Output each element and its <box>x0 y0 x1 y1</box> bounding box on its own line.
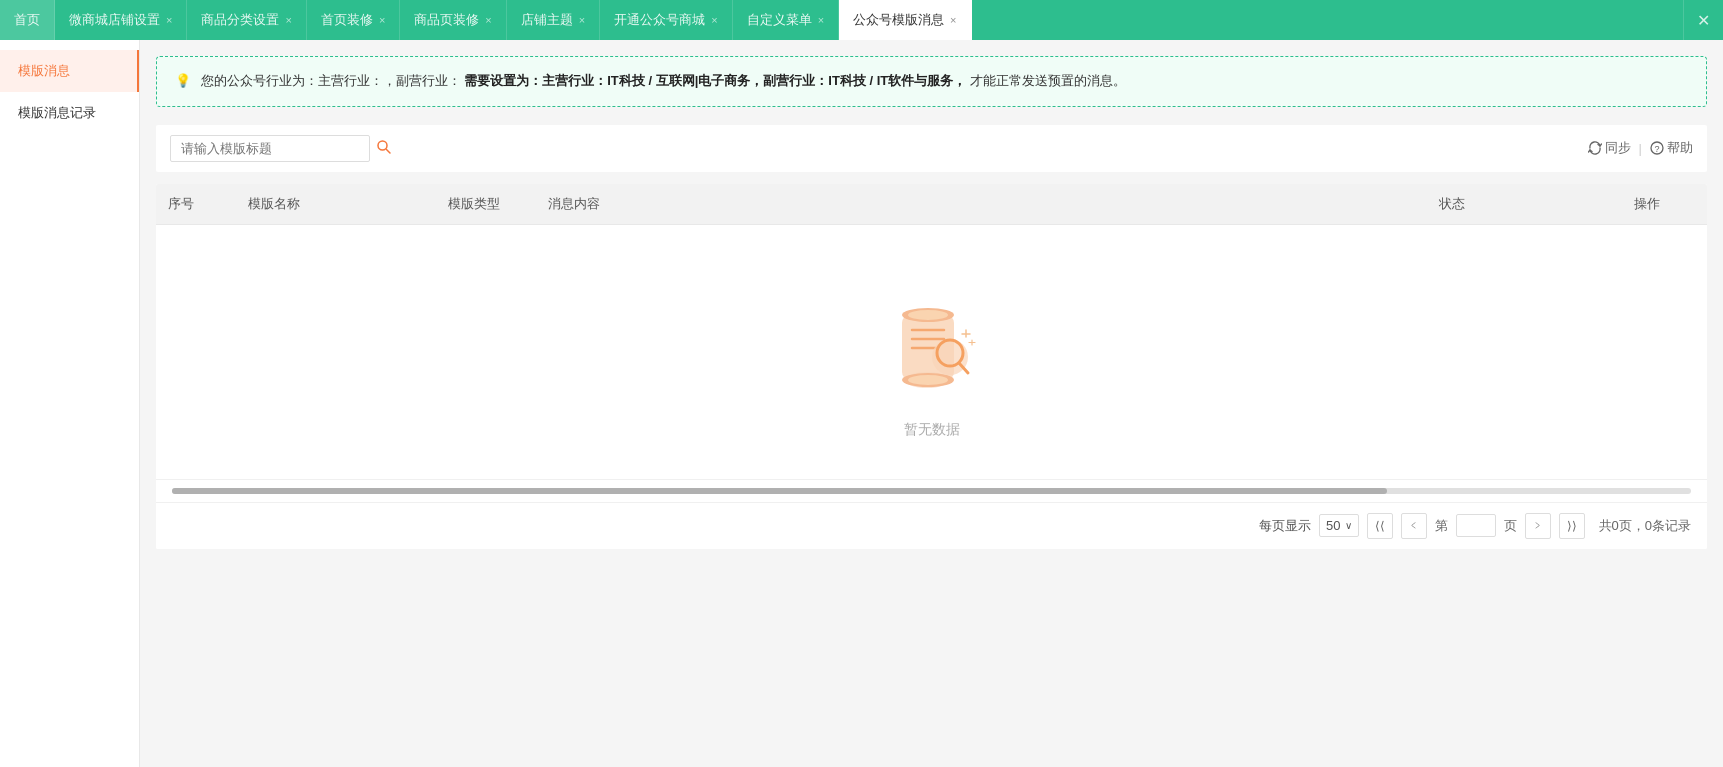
th-name: 模版名称 <box>236 184 436 224</box>
nav-tab-template-msg-label: 公众号模版消息 <box>853 11 944 29</box>
page-total: 共0页，0条记录 <box>1599 517 1691 535</box>
th-action: 操作 <box>1587 184 1707 224</box>
nav-tab-template-msg[interactable]: 公众号模版消息 × <box>839 0 971 40</box>
page-label-post: 页 <box>1504 517 1517 535</box>
help-button[interactable]: ? 帮助 <box>1650 139 1693 157</box>
nav-tab-open-mall-close[interactable]: × <box>711 14 717 26</box>
page-next-button[interactable]: ﹥ <box>1525 513 1551 539</box>
sidebar: 模版消息 模版消息记录 <box>0 40 140 767</box>
bulb-icon: 💡 <box>175 73 191 88</box>
page-size-select[interactable]: 50 ∨ <box>1319 514 1358 537</box>
horizontal-scrollbar[interactable] <box>172 488 1691 494</box>
nav-tab-category[interactable]: 商品分类设置 × <box>187 0 306 40</box>
nav-tab-custom-menu-label: 自定义菜单 <box>747 11 812 29</box>
th-status: 状态 <box>1427 184 1587 224</box>
sidebar-item-template-msg[interactable]: 模版消息 <box>0 50 139 92</box>
notice-highlight: 需要设置为：主营行业：IT科技 / 互联网|电子商务，副营行业：IT科技 / I… <box>464 73 966 88</box>
svg-point-12 <box>908 375 948 385</box>
help-icon: ? <box>1650 141 1664 155</box>
notice-prefix: 您的公众号行业为：主营行业：，副营行业： <box>201 73 461 88</box>
nav-tab-product-label: 商品页装修 <box>414 11 479 29</box>
nav-tab-open-mall[interactable]: 开通公众号商城 × <box>600 0 732 40</box>
search-right: 同步 | ? 帮助 <box>1588 139 1693 157</box>
sync-icon <box>1588 141 1602 155</box>
nav-tab-open-mall-label: 开通公众号商城 <box>614 11 705 29</box>
sync-label: 同步 <box>1605 139 1631 157</box>
pagination: 每页显示 50 ∨ ⟨⟨ ﹤ 第 1 页 ﹥ ⟩⟩ 共0页，0条记录 <box>156 502 1707 549</box>
search-button[interactable] <box>376 139 392 158</box>
th-type: 模版类型 <box>436 184 536 224</box>
page-size-value: 50 <box>1326 518 1340 533</box>
empty-state: 暂无数据 <box>156 225 1707 479</box>
nav-tab-home-label: 首页 <box>14 11 40 29</box>
nav-tab-homepage-label: 首页装修 <box>321 11 373 29</box>
sidebar-item-template-msg-record[interactable]: 模版消息记录 <box>0 92 139 134</box>
main-layout: 模版消息 模版消息记录 💡 您的公众号行业为：主营行业：，副营行业： 需要设置为… <box>0 40 1723 767</box>
empty-text: 暂无数据 <box>904 421 960 439</box>
nav-tab-home[interactable]: 首页 <box>0 0 55 40</box>
page-last-button[interactable]: ⟩⟩ <box>1559 513 1585 539</box>
notice-banner: 💡 您的公众号行业为：主营行业：，副营行业： 需要设置为：主营行业：IT科技 /… <box>156 56 1707 107</box>
nav-tab-homepage-close[interactable]: × <box>379 14 385 26</box>
nav-tab-template-msg-close[interactable]: × <box>950 14 956 26</box>
nav-tab-product-close[interactable]: × <box>485 14 491 26</box>
table-header: 序号 模版名称 模版类型 消息内容 状态 操作 <box>156 184 1707 225</box>
svg-point-7 <box>908 310 948 320</box>
nav-tab-shop-settings[interactable]: 微商城店铺设置 × <box>55 0 187 40</box>
main-content: 💡 您的公众号行业为：主营行业：，副营行业： 需要设置为：主营行业：IT科技 /… <box>140 40 1723 767</box>
search-bar: 同步 | ? 帮助 <box>156 125 1707 172</box>
nav-tab-custom-menu-close[interactable]: × <box>818 14 824 26</box>
nav-tab-shop-settings-label: 微商城店铺设置 <box>69 11 160 29</box>
page-label-pre: 第 <box>1435 517 1448 535</box>
page-size-label: 每页显示 <box>1259 517 1311 535</box>
nav-tab-product[interactable]: 商品页装修 × <box>400 0 506 40</box>
help-label: 帮助 <box>1667 139 1693 157</box>
table-container: 序号 模版名称 模版类型 消息内容 状态 操作 <box>156 184 1707 549</box>
th-seq: 序号 <box>156 184 236 224</box>
top-nav: 首页 微商城店铺设置 × 商品分类设置 × 首页装修 × 商品页装修 × 店铺主… <box>0 0 1723 40</box>
nav-tab-category-close[interactable]: × <box>285 14 291 26</box>
page-first-button[interactable]: ⟨⟨ <box>1367 513 1393 539</box>
svg-point-0 <box>378 141 387 150</box>
chevron-down-icon: ∨ <box>1345 520 1352 531</box>
svg-line-1 <box>387 149 391 153</box>
nav-close-all-button[interactable]: ✕ <box>1683 0 1723 40</box>
svg-text:?: ? <box>1654 144 1659 154</box>
page-number-input[interactable]: 1 <box>1456 514 1496 537</box>
nav-tab-shop-settings-close[interactable]: × <box>166 14 172 26</box>
search-icon <box>376 139 392 155</box>
nav-tab-theme-label: 店铺主题 <box>521 11 573 29</box>
nav-tab-homepage[interactable]: 首页装修 × <box>307 0 400 40</box>
nav-tab-category-label: 商品分类设置 <box>201 11 279 29</box>
sidebar-item-template-msg-label: 模版消息 <box>18 63 70 78</box>
sync-button[interactable]: 同步 <box>1588 139 1631 157</box>
scrollbar-thumb[interactable] <box>172 488 1387 494</box>
nav-tab-theme[interactable]: 店铺主题 × <box>507 0 600 40</box>
divider: | <box>1639 141 1642 156</box>
empty-illustration <box>872 285 992 405</box>
notice-suffix: 才能正常发送预置的消息。 <box>970 73 1126 88</box>
page-prev-button[interactable]: ﹤ <box>1401 513 1427 539</box>
horizontal-scrollbar-container <box>156 479 1707 502</box>
search-input[interactable] <box>170 135 370 162</box>
th-content: 消息内容 <box>536 184 1427 224</box>
sidebar-item-template-msg-record-label: 模版消息记录 <box>18 105 96 120</box>
nav-tab-custom-menu[interactable]: 自定义菜单 × <box>733 0 839 40</box>
search-left <box>170 135 392 162</box>
nav-tab-theme-close[interactable]: × <box>579 14 585 26</box>
